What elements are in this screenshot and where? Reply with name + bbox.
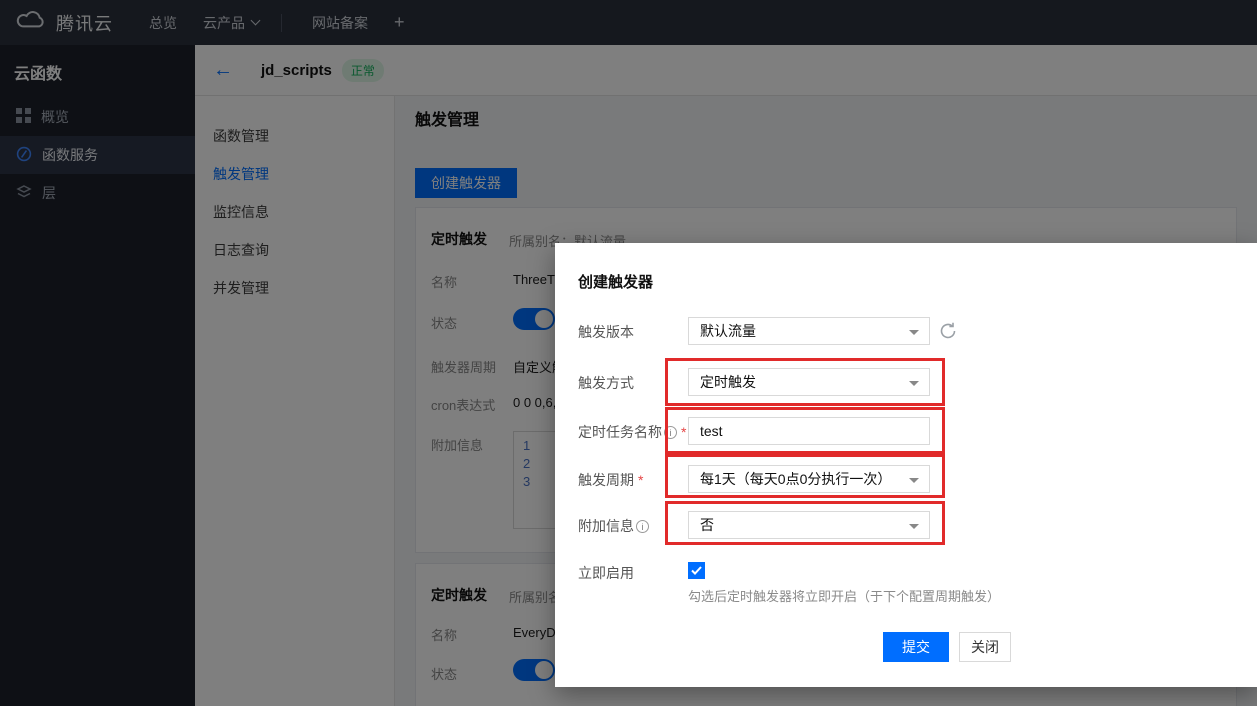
select-caret-icon [909,330,919,335]
enable-now-label: 立即启用 [578,563,634,583]
cycle-label: 触发周期* [578,470,643,490]
close-button[interactable]: 关闭 [959,632,1011,662]
select-caret-icon [909,381,919,386]
task-name-input[interactable] [688,417,930,445]
required-mark: * [681,424,686,440]
required-mark: * [638,472,643,488]
select-caret-icon [909,478,919,483]
page: 腾讯云 总览 云产品 网站备案 + 云函数 概览 [0,0,1257,706]
enable-now-hint: 勾选后定时触发器将立即开启（于下个配置周期触发） [688,586,1000,605]
info-icon: i [636,520,649,533]
version-label: 触发版本 [578,322,634,342]
trigger-type-select[interactable]: 定时触发 [688,368,930,396]
attach-info-select[interactable]: 否 [688,511,930,539]
enable-now-checkbox[interactable] [688,562,705,579]
refresh-icon[interactable] [938,321,958,341]
submit-button[interactable]: 提交 [883,632,949,662]
trigger-type-label: 触发方式 [578,373,634,393]
select-caret-icon [909,524,919,529]
task-name-label: 定时任务名称i* [578,422,686,442]
info-icon: i [664,426,677,439]
create-trigger-modal: 创建触发器 触发版本 默认流量 触发方式 定时触发 定时任务名称i* 触发周期*… [555,243,1257,687]
trigger-version-select[interactable]: 默认流量 [688,317,930,345]
modal-title: 创建触发器 [578,271,653,292]
attach-info-label: 附加信息i [578,516,649,536]
trigger-cycle-select[interactable]: 每1天（每天0点0分执行一次） [688,465,930,493]
